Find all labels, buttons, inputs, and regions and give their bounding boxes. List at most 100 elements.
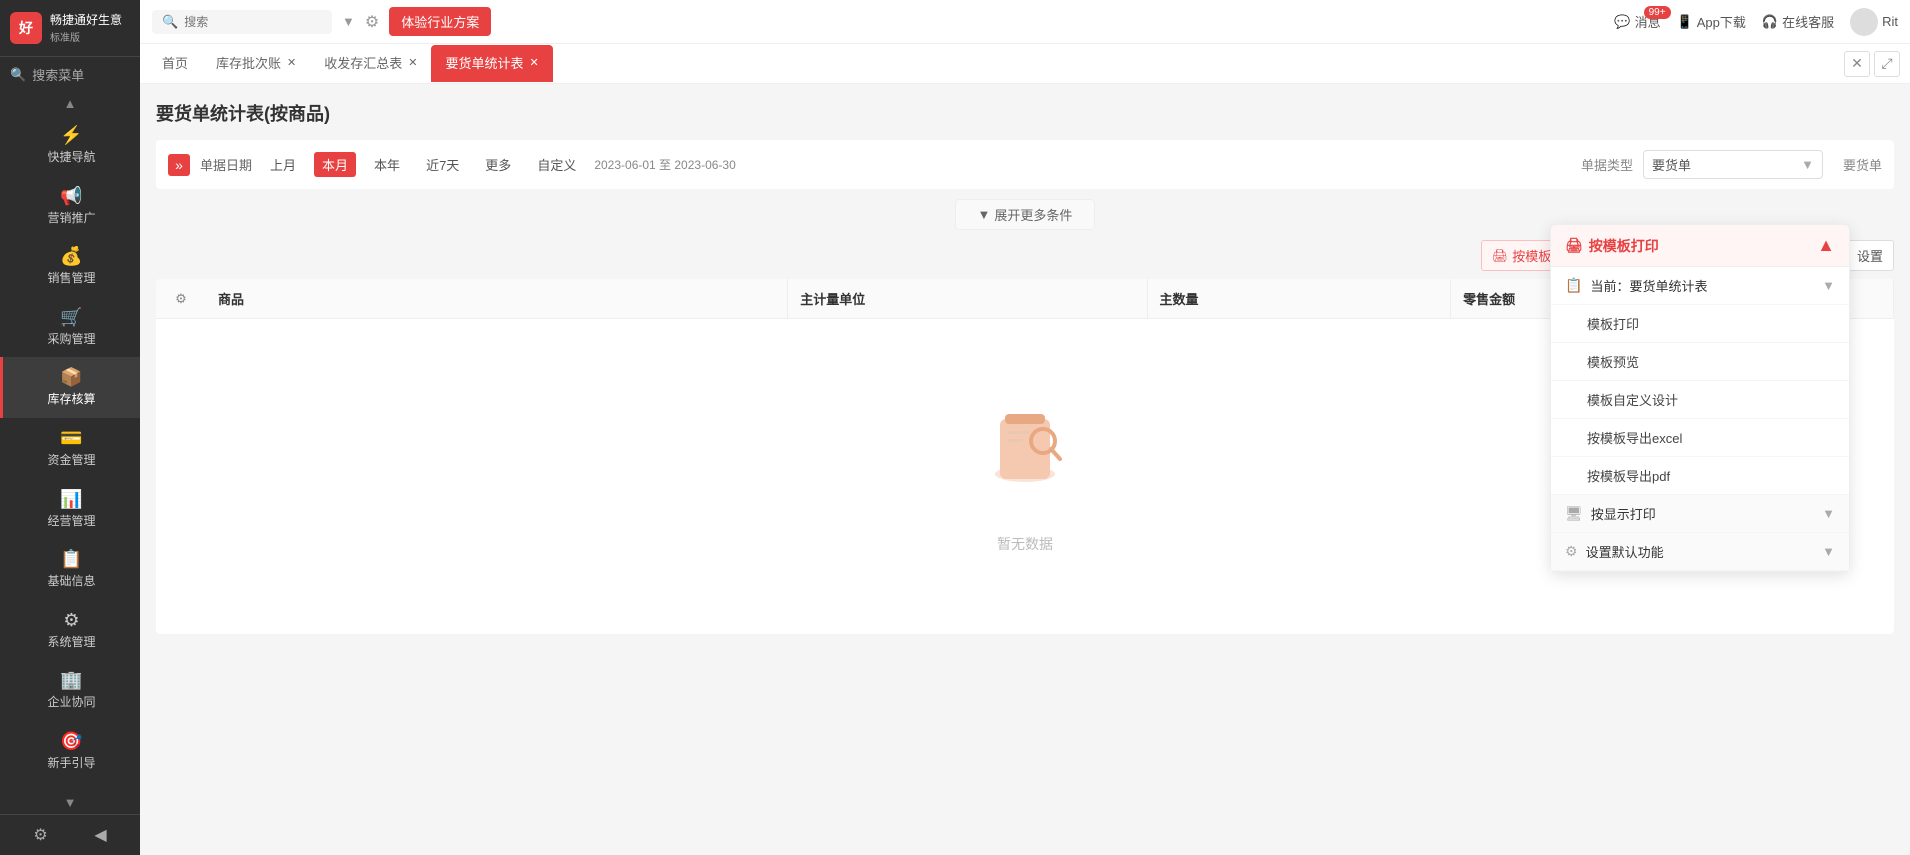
sidebar-item-newbie[interactable]: 🎯 新手引导 (0, 721, 140, 782)
messages-icon: 💬 (1614, 14, 1630, 30)
nav-label-purchase: 采购管理 (47, 332, 95, 348)
sidebar-item-finance[interactable]: 💳 资金管理 (0, 418, 140, 479)
avatar (1850, 8, 1878, 36)
dropdown-template-print[interactable]: 模板打印 (1551, 305, 1849, 343)
sidebar-item-marketing[interactable]: 📢 营销推广 (0, 176, 140, 237)
date-range-text: 2023-06-01 至 2023-06-30 (594, 156, 735, 173)
expand-more-conditions-btn[interactable]: ▼ 展开更多条件 (955, 199, 1095, 230)
topbar-search-input[interactable] (184, 15, 314, 29)
empty-text: 暂无数据 (997, 534, 1053, 554)
type-filter-select[interactable]: 要货单 ▼ (1643, 150, 1823, 179)
dropdown-template-export-pdf[interactable]: 按模板导出pdf (1551, 457, 1849, 495)
nav-label-inventory: 库存核算 (47, 392, 95, 408)
footer-collapse-icon[interactable]: ◀ (94, 825, 106, 845)
tab-order-stats-close-icon[interactable]: ✕ (530, 56, 539, 69)
sidebar-search[interactable]: 🔍 搜索菜单 (0, 57, 140, 92)
purchase-icon: 🛒 (60, 307, 82, 328)
topbar-gear-icon[interactable]: ⚙ (365, 12, 379, 32)
enterprise-icon: 🏢 (60, 670, 82, 691)
date-option-7days[interactable]: 近7天 (418, 152, 467, 177)
sidebar-item-quick-nav[interactable]: ⚡ 快捷导航 (0, 115, 140, 176)
tab-receivables-summary[interactable]: 收发存汇总表 ✕ (310, 45, 431, 82)
dropdown-template-custom-design[interactable]: 模板自定义设计 (1551, 381, 1849, 419)
default-func-icon: ⚙ (1565, 543, 1578, 560)
footer-settings-icon[interactable]: ⚙ (33, 825, 47, 845)
date-option-last-month[interactable]: 上月 (262, 152, 304, 177)
app-download-label: App下载 (1697, 12, 1746, 31)
sidebar-item-app-center[interactable]: 🔔 应用中心 (0, 782, 140, 791)
filter-expand-icon[interactable]: » (168, 154, 190, 176)
dropdown-current-template[interactable]: 📋 当前：要货单统计表 ▼ (1551, 267, 1849, 305)
dropdown-default-func-section[interactable]: ⚙ 设置默认功能 ▼ (1551, 533, 1849, 571)
print-icon: 🖨 (1492, 248, 1509, 264)
date-option-custom[interactable]: 自定义 (529, 152, 584, 177)
tab-home[interactable]: 首页 (148, 45, 202, 82)
basic-info-icon: 📋 (60, 549, 82, 570)
display-print-icon: 🖥 (1565, 505, 1583, 522)
inventory-icon: 📦 (60, 367, 82, 388)
nav-label-basic-info: 基础信息 (47, 574, 95, 590)
print-dropdown-close-icon[interactable]: ▲ (1817, 235, 1835, 256)
sidebar-item-sales[interactable]: 💰 销售管理 (0, 236, 140, 297)
tab-order-stats[interactable]: 要货单统计表 ✕ (431, 45, 552, 82)
nav-label-marketing: 营销推广 (47, 211, 95, 227)
tab-expand-btn[interactable]: ⤢ (1874, 51, 1900, 77)
template-print-label: 模板打印 (1587, 314, 1639, 333)
nav-label-newbie: 新手引导 (47, 756, 95, 772)
tab-batch-account[interactable]: 库存批次账 ✕ (202, 45, 310, 82)
tab-batch-account-close-icon[interactable]: ✕ (287, 56, 296, 69)
nav-label-finance: 资金管理 (47, 453, 95, 469)
table-column-settings-icon[interactable]: ⚙ (156, 281, 206, 317)
column-header-qty: 主数量 (1148, 279, 1452, 318)
sidebar-nav: ⚡ 快捷导航 📢 营销推广 💰 销售管理 🛒 采购管理 📦 库存核算 💳 资金管… (0, 115, 140, 791)
date-option-more[interactable]: 更多 (477, 152, 519, 177)
sidebar-scroll-up[interactable]: ▲ (0, 92, 140, 115)
display-print-arrow-icon: ▼ (1822, 506, 1835, 521)
date-option-this-year[interactable]: 本年 (366, 152, 408, 177)
topbar-app-download[interactable]: 📱 App下载 (1677, 12, 1746, 31)
print-dropdown-panel: 🖨 按模板打印 ▲ 📋 当前：要货单统计表 ▼ 模板打印 模板预览 (1550, 224, 1850, 572)
search-icon: 🔍 (10, 67, 26, 83)
sidebar-item-purchase[interactable]: 🛒 采购管理 (0, 297, 140, 358)
system-icon: ⚙ (63, 610, 79, 631)
topbar-messages[interactable]: 💬 消息 99+ (1614, 12, 1660, 31)
type-filter-label: 单据类型 (1581, 155, 1633, 174)
type-filter-chevron-icon: ▼ (1801, 157, 1814, 172)
sidebar-item-system[interactable]: ⚙ 系统管理 (0, 600, 140, 661)
empty-icon (975, 399, 1075, 518)
app-download-icon: 📱 (1677, 14, 1693, 30)
column-header-product: 商品 (206, 279, 788, 318)
sidebar-item-enterprise[interactable]: 🏢 企业协同 (0, 660, 140, 721)
nav-label-operations: 经营管理 (47, 514, 95, 530)
operations-icon: 📊 (60, 489, 82, 510)
expand-icon: ▼ (978, 207, 991, 222)
date-filter-label: 单据日期 (200, 155, 252, 174)
dropdown-template-preview[interactable]: 模板预览 (1551, 343, 1849, 381)
sidebar-scroll-down[interactable]: ▼ (0, 791, 140, 814)
newbie-icon: 🎯 (60, 731, 82, 752)
tab-receivables-summary-close-icon[interactable]: ✕ (408, 56, 417, 69)
settings-btn[interactable]: 设置 (1846, 240, 1894, 271)
display-print-label: 按显示打印 (1591, 504, 1656, 523)
sidebar-item-inventory[interactable]: 📦 库存核算 (0, 357, 140, 418)
settings-label: 设置 (1857, 246, 1883, 265)
topbar-user[interactable]: Rit (1850, 8, 1898, 36)
quick-nav-icon: ⚡ (60, 125, 82, 146)
topbar-search-area[interactable]: 🔍 (152, 10, 332, 34)
sidebar-item-basic-info[interactable]: 📋 基础信息 (0, 539, 140, 600)
app-name: 畅捷通好生意 (50, 12, 122, 29)
topbar-search-icon: 🔍 (162, 14, 178, 30)
page-area: 要货单统计表(按商品) » 单据日期 上月 本月 本年 近7天 更多 自定义 2… (140, 84, 1910, 855)
tab-close-btn[interactable]: ✕ (1844, 51, 1870, 77)
trial-btn[interactable]: 体验行业方案 (389, 7, 491, 36)
dropdown-template-export-excel[interactable]: 按模板导出excel (1551, 419, 1849, 457)
dropdown-display-print-section[interactable]: 🖥 按显示打印 ▼ (1551, 495, 1849, 533)
topbar-search-chevron-icon[interactable]: ▼ (342, 14, 355, 29)
nav-label-sales: 销售管理 (47, 271, 95, 287)
date-option-this-month[interactable]: 本月 (314, 152, 356, 177)
sidebar: 好 畅捷通好生意 标准版 🔍 搜索菜单 ▲ ⚡ 快捷导航 📢 营销推广 💰 销售… (0, 0, 140, 855)
template-preview-label: 模板预览 (1587, 352, 1639, 371)
tab-order-stats-label: 要货单统计表 (445, 53, 523, 72)
sidebar-item-operations[interactable]: 📊 经营管理 (0, 479, 140, 540)
topbar-online-service[interactable]: 🎧 在线客服 (1762, 12, 1834, 31)
